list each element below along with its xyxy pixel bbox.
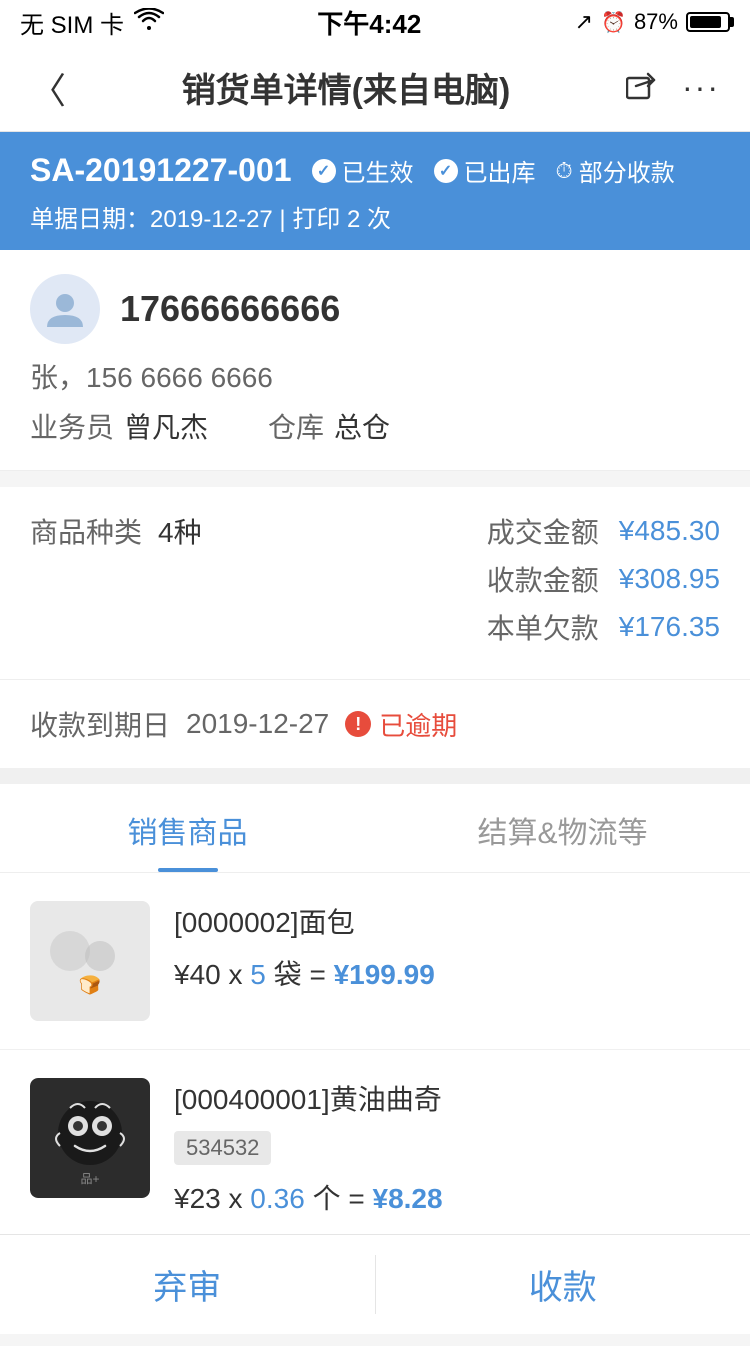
- bottom-bar: 弃审 收款: [0, 1234, 750, 1334]
- order-status-row: SA-20191227-001 ✓ 已生效 ✓ 已出库 ⏱ 部分收款: [30, 152, 720, 189]
- received-value: ¥308.95: [619, 563, 720, 595]
- amount-stats: 成交金额 ¥485.30 收款金额 ¥308.95 本单欠款 ¥176.35: [487, 511, 720, 655]
- cookie-qty: 0.36: [250, 1183, 305, 1214]
- amount-row: 成交金额 ¥485.30: [487, 511, 720, 551]
- category-label: 商品种类: [30, 511, 142, 551]
- received-label: 收款金额: [487, 559, 599, 599]
- warehouse-value: 总仓: [334, 406, 390, 446]
- stats-section: 商品种类 4种 成交金额 ¥485.30 收款金额 ¥308.95 本单欠款 ¥…: [0, 487, 750, 679]
- product-price-bread: ¥40 x 5 袋 = ¥199.99: [174, 953, 720, 993]
- bread-base-price: ¥40: [174, 959, 221, 990]
- products-section: 🍞 [0000002]面包 ¥40 x 5 袋 = ¥199.99: [0, 873, 750, 1246]
- salesperson-value: 曾凡杰: [124, 406, 208, 446]
- product-item-cookie: 品+ [000400001]黄油曲奇 534532 ¥23 x 0.36 个 =…: [0, 1050, 750, 1246]
- nav-right-actions: ···: [626, 68, 720, 108]
- salesperson-info: 业务员 曾凡杰: [30, 406, 208, 446]
- status-time: 下午4:42: [317, 4, 421, 41]
- due-date-label: 收款到期日: [30, 704, 170, 744]
- bread-total: ¥199.99: [334, 959, 435, 990]
- tab-settlement[interactable]: 结算&物流等: [375, 784, 750, 872]
- amount-label: 成交金额: [487, 511, 599, 551]
- page-title: 销货单详情(来自电脑): [182, 63, 511, 112]
- product-badge-cookie: 534532: [174, 1131, 271, 1165]
- product-image-bread: 🍞: [30, 901, 150, 1021]
- overdue-badge: ! 已逾期: [345, 706, 457, 743]
- cookie-multiply: x: [229, 1183, 251, 1214]
- cookie-base-price: ¥23: [174, 1183, 221, 1214]
- battery-percent: 87%: [634, 9, 678, 35]
- order-header: SA-20191227-001 ✓ 已生效 ✓ 已出库 ⏱ 部分收款 单据日期：…: [0, 132, 750, 250]
- cookie-total: ¥8.28: [373, 1183, 443, 1214]
- back-button[interactable]: 〈: [30, 62, 66, 114]
- overdue-text: 已逾期: [379, 706, 457, 743]
- share-button[interactable]: [626, 68, 658, 108]
- customer-detail: 张，156 6666 6666: [30, 356, 720, 396]
- check-shipped-icon: ✓: [434, 159, 458, 183]
- svg-text:🍞: 🍞: [79, 974, 101, 995]
- customer-row: 17666666666: [30, 274, 720, 344]
- category-value: 4种: [158, 511, 202, 551]
- status-shipped: ✓ 已出库: [434, 153, 536, 188]
- product-name-cookie: [000400001]黄油曲奇: [174, 1078, 720, 1118]
- product-price-cookie: ¥23 x 0.36 个 = ¥8.28: [174, 1177, 720, 1217]
- product-item: 🍞 [0000002]面包 ¥40 x 5 袋 = ¥199.99: [0, 873, 750, 1050]
- tab-products[interactable]: 销售商品: [0, 784, 375, 872]
- alarm-icon: ⏰: [601, 10, 626, 35]
- check-active-icon: ✓: [312, 159, 336, 183]
- clock-icon: ⏱: [556, 158, 573, 184]
- product-image-cookie: 品+: [30, 1078, 150, 1198]
- nav-bar: 〈 销货单详情(来自电脑) ···: [0, 44, 750, 132]
- product-info-cookie: [000400001]黄油曲奇 534532 ¥23 x 0.36 个 = ¥8…: [174, 1078, 720, 1217]
- status-partial: ⏱ 部分收款: [556, 153, 675, 188]
- owed-label: 本单欠款: [487, 607, 599, 647]
- due-date-section: 收款到期日 2019-12-27 ! 已逾期: [0, 679, 750, 768]
- salesperson-label: 业务员: [30, 406, 114, 446]
- bread-qty: 5: [250, 959, 266, 990]
- bread-multiply: x: [229, 959, 251, 990]
- bread-equals: =: [309, 959, 333, 990]
- due-date-value: 2019-12-27: [186, 708, 329, 740]
- cookie-unit: 个: [313, 1183, 341, 1214]
- battery-icon: [686, 12, 730, 32]
- warehouse-info: 仓库 总仓: [268, 406, 390, 446]
- product-info-bread: [0000002]面包 ¥40 x 5 袋 = ¥199.99: [174, 901, 720, 993]
- carrier-text: 无 SIM 卡: [20, 5, 124, 40]
- tabs-section: 销售商品 结算&物流等: [0, 784, 750, 873]
- owed-row: 本单欠款 ¥176.35: [487, 607, 720, 647]
- status-bar: 无 SIM 卡 下午4:42 ↗ ⏰ 87%: [0, 0, 750, 44]
- location-icon: ↗: [575, 9, 593, 35]
- wifi-icon: [134, 8, 164, 37]
- customer-meta: 业务员 曾凡杰 仓库 总仓: [30, 406, 720, 446]
- avatar: [30, 274, 100, 344]
- status-right: ↗ ⏰ 87%: [575, 9, 730, 35]
- customer-section: 17666666666 张，156 6666 6666 业务员 曾凡杰 仓库 总…: [0, 250, 750, 471]
- received-row: 收款金额 ¥308.95: [487, 559, 720, 599]
- more-button[interactable]: ···: [682, 69, 720, 106]
- section-divider: [0, 768, 750, 784]
- amount-value: ¥485.30: [619, 515, 720, 547]
- confirm-button[interactable]: 收款: [376, 1235, 750, 1334]
- svg-text:品+: 品+: [80, 1172, 99, 1186]
- cancel-button[interactable]: 弃审: [0, 1235, 375, 1334]
- warehouse-label: 仓库: [268, 406, 324, 446]
- owed-value: ¥176.35: [619, 611, 720, 643]
- order-number: SA-20191227-001: [30, 152, 292, 189]
- bread-unit: 袋: [274, 959, 302, 990]
- cookie-equals: =: [348, 1183, 372, 1214]
- overdue-icon: !: [345, 711, 371, 737]
- status-left: 无 SIM 卡: [20, 5, 164, 40]
- status-active: ✓ 已生效: [312, 153, 414, 188]
- customer-id: 17666666666: [120, 288, 340, 330]
- product-name-bread: [0000002]面包: [174, 901, 720, 941]
- order-date: 单据日期：2019-12-27 | 打印 2 次: [30, 199, 720, 234]
- category-stats: 商品种类 4种: [30, 511, 202, 551]
